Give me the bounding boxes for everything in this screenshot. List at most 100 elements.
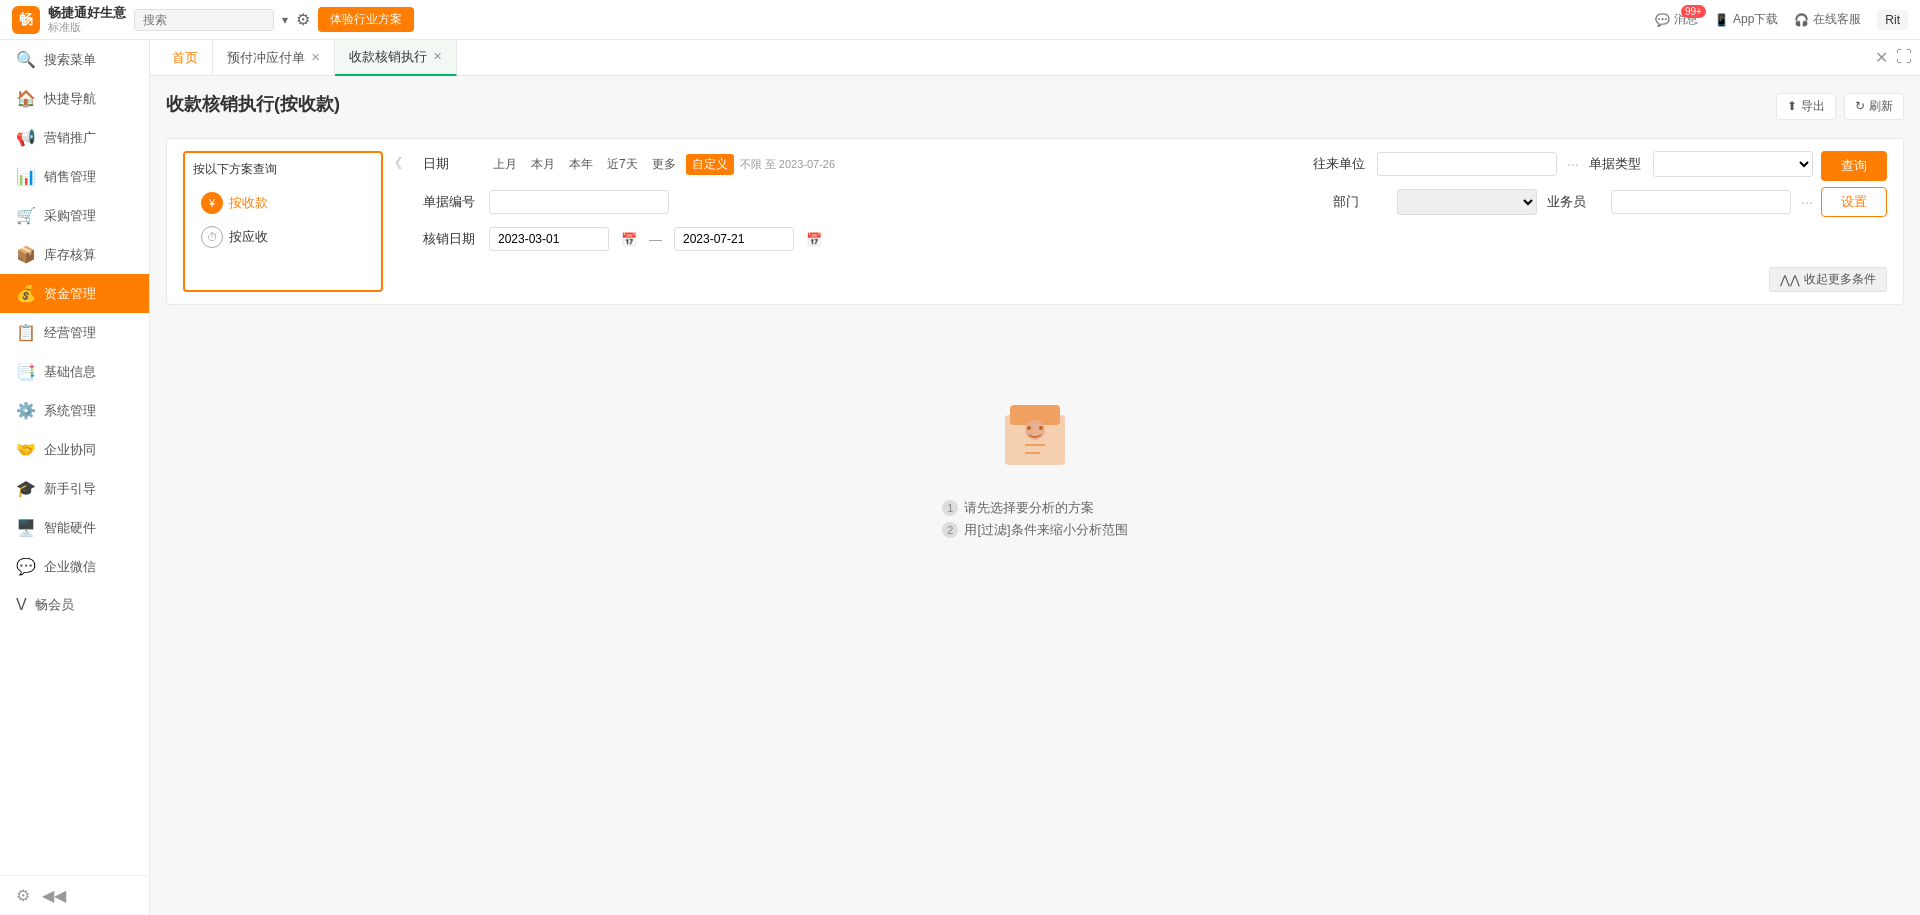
sidebar-item-operations[interactable]: 📋 经营管理	[0, 313, 149, 352]
refresh-button[interactable]: ↻ 刷新	[1844, 93, 1904, 120]
sidebar-settings-icon[interactable]: ⚙	[16, 886, 30, 905]
sidebar-label-guide: 新手引导	[44, 480, 96, 498]
page-title: 收款核销执行(按收款)	[166, 92, 340, 116]
sidebar-collapse-icon[interactable]: ◀◀	[42, 886, 66, 905]
query-area: 查询 设置	[1821, 151, 1887, 217]
date-label: 日期	[423, 155, 477, 173]
sidebar: 🔍 搜索菜单 🏠 快捷导航 📢 营销推广 📊 销售管理 🛒 采购管理 📦 库存核…	[0, 40, 150, 915]
sidebar-item-hardware[interactable]: 🖥️ 智能硬件	[0, 508, 149, 547]
counterparty-dots[interactable]: ···	[1567, 156, 1579, 172]
sidebar-item-purchase[interactable]: 🛒 采购管理	[0, 196, 149, 235]
finance-icon: 💰	[16, 284, 36, 303]
sidebar-item-member[interactable]: V 畅会员	[0, 586, 149, 624]
service-icon: 🎧	[1794, 13, 1809, 27]
search-dropdown-icon[interactable]: ▾	[282, 13, 288, 27]
receipt-option-label: 按收款	[229, 194, 268, 212]
wechat-icon: 💬	[16, 557, 36, 576]
export-button[interactable]: ⬆ 导出	[1776, 93, 1836, 120]
tip-num-1: 1	[942, 500, 958, 516]
date-last-month[interactable]: 上月	[489, 154, 521, 175]
top-bar: 畅 畅捷通好生意 标准版 ▾ ⚙ 体验行业方案 💬 消息 99+ 📱 App下载…	[0, 0, 1920, 40]
filter-option-by-receivable[interactable]: ⏱ 按应收	[193, 220, 373, 254]
quicknav-icon: 🏠	[16, 89, 36, 108]
sidebar-item-marketing[interactable]: 📢 营销推广	[0, 118, 149, 157]
toolbar: ⬆ 导出 ↻ 刷新	[1776, 93, 1904, 120]
settings-icon[interactable]: ⚙	[296, 10, 310, 29]
sidebar-item-wechat[interactable]: 💬 企业微信	[0, 547, 149, 586]
filter-fields: 日期 上月 本月 本年 近7天 更多 自定义 不限 至 2023-07-26	[407, 151, 1887, 292]
marketing-icon: 📢	[16, 128, 36, 147]
query-button[interactable]: 查询	[1821, 151, 1887, 181]
date-this-month[interactable]: 本月	[527, 154, 559, 175]
tab-bar: 首页 预付冲应付单 ✕ 收款核销执行 ✕ ✕ ⛶	[150, 40, 1920, 76]
date-this-year[interactable]: 本年	[565, 154, 597, 175]
tab-writeoff-close[interactable]: ✕	[433, 50, 442, 63]
svg-point-6	[1039, 426, 1043, 430]
filter-options-title: 按以下方案查询	[193, 161, 373, 178]
sidebar-item-quicknav[interactable]: 🏠 快捷导航	[0, 79, 149, 118]
doc-type-select[interactable]	[1653, 151, 1813, 177]
industry-solution-button[interactable]: 体验行业方案	[318, 7, 414, 32]
calendar-end-icon[interactable]: 📅	[806, 232, 822, 247]
inventory-icon: 📦	[16, 245, 36, 264]
filter-row-docnum: 单据编号 部门 业务员 ···	[423, 189, 1813, 215]
page-content: 收款核销执行(按收款) ⬆ 导出 ↻ 刷新 按以下方案查询	[150, 76, 1920, 915]
sidebar-label-marketing: 营销推广	[44, 129, 96, 147]
app-brand: 畅捷通好生意	[48, 5, 126, 21]
sidebar-item-finance[interactable]: 💰 资金管理	[0, 274, 149, 313]
setting-button[interactable]: 设置	[1821, 187, 1887, 217]
sidebar-item-sales[interactable]: 📊 销售管理	[0, 157, 149, 196]
counterparty-input[interactable]	[1377, 152, 1557, 176]
sidebar-item-system[interactable]: ⚙️ 系统管理	[0, 391, 149, 430]
filter-option-by-receipt[interactable]: ¥ 按收款	[193, 186, 373, 220]
tab-writeoff[interactable]: 收款核销执行 ✕	[335, 40, 457, 76]
app-edition: 标准版	[48, 21, 126, 34]
date-more[interactable]: 更多	[648, 154, 680, 175]
writeoff-date-end-input[interactable]	[674, 227, 794, 251]
hardware-icon: 🖥️	[16, 518, 36, 537]
messages-button[interactable]: 💬 消息 99+	[1655, 11, 1698, 28]
dept-select[interactable]	[1397, 189, 1537, 215]
online-service-button[interactable]: 🎧 在线客服	[1794, 11, 1861, 28]
member-icon: V	[16, 596, 27, 614]
username-label: Rit	[1885, 13, 1900, 27]
date-last-7days[interactable]: 近7天	[603, 154, 642, 175]
sidebar-item-search[interactable]: 🔍 搜索菜单	[0, 40, 149, 79]
tab-writeoff-label: 收款核销执行	[349, 48, 427, 66]
tab-prepay-close[interactable]: ✕	[311, 51, 320, 64]
system-icon: ⚙️	[16, 401, 36, 420]
tab-close-all-icon[interactable]: ✕	[1875, 48, 1888, 67]
date-custom[interactable]: 自定义	[686, 154, 734, 175]
collapse-chevron-icon: 《	[388, 155, 402, 173]
tab-home-label: 首页	[172, 49, 198, 67]
filter-collapse-button[interactable]: 《	[383, 151, 407, 292]
writeoff-date-start-input[interactable]	[489, 227, 609, 251]
staff-input[interactable]	[1611, 190, 1791, 214]
sidebar-label-quicknav: 快捷导航	[44, 90, 96, 108]
sidebar-item-guide[interactable]: 🎓 新手引导	[0, 469, 149, 508]
tab-expand-icon[interactable]: ⛶	[1896, 48, 1912, 67]
sidebar-label-sales: 销售管理	[44, 168, 96, 186]
doc-type-label: 单据类型	[1589, 155, 1643, 173]
top-search-input[interactable]	[134, 9, 274, 31]
sidebar-label-baseinfo: 基础信息	[44, 363, 96, 381]
user-menu[interactable]: Rit	[1877, 10, 1908, 30]
empty-tip-1-text: 请先选择要分析的方案	[964, 499, 1094, 517]
tab-home[interactable]: 首页	[158, 40, 213, 76]
sidebar-item-inventory[interactable]: 📦 库存核算	[0, 235, 149, 274]
empty-tips-list: 1 请先选择要分析的方案 2 用[过滤]条件来缩小分析范围	[942, 497, 1127, 541]
sidebar-label-inventory: 库存核算	[44, 246, 96, 264]
sidebar-label-purchase: 采购管理	[44, 207, 96, 225]
staff-dots[interactable]: ···	[1801, 194, 1813, 210]
sidebar-label-wechat: 企业微信	[44, 558, 96, 576]
staff-label: 业务员	[1547, 193, 1601, 211]
sales-icon: 📊	[16, 167, 36, 186]
sidebar-item-cooperation[interactable]: 🤝 企业协同	[0, 430, 149, 469]
collapse-more-button[interactable]: ⋀⋀ 收起更多条件	[1769, 267, 1887, 292]
doc-num-input[interactable]	[489, 190, 669, 214]
message-badge: 99+	[1681, 5, 1706, 18]
sidebar-item-baseinfo[interactable]: 📑 基础信息	[0, 352, 149, 391]
calendar-start-icon[interactable]: 📅	[621, 232, 637, 247]
app-download-button[interactable]: 📱 App下载	[1714, 11, 1778, 28]
tab-prepay[interactable]: 预付冲应付单 ✕	[213, 40, 335, 76]
